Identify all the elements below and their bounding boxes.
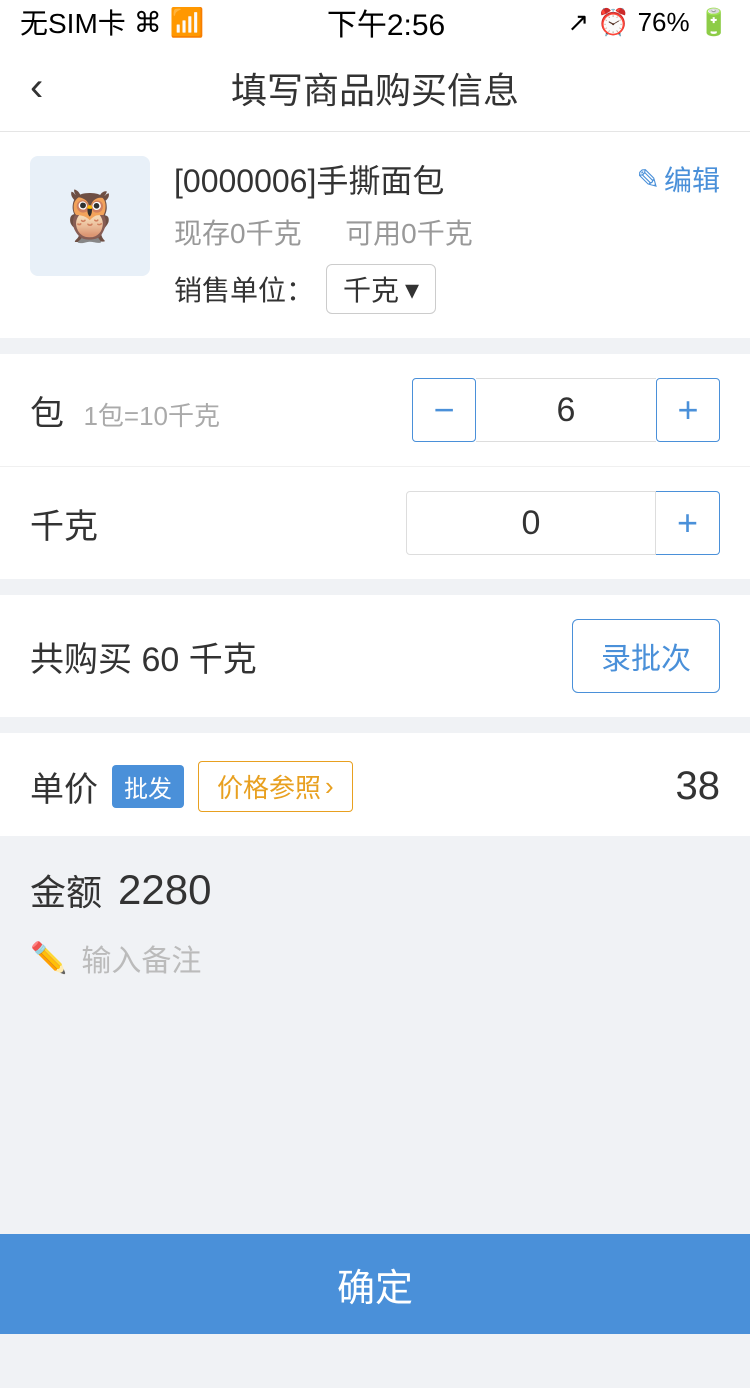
chevron-down-icon: ▾ [405, 273, 419, 306]
price-value: 38 [676, 764, 721, 809]
price-section: 单价 批发 价格参照 › 38 [0, 733, 750, 836]
amount-value: 2280 [118, 866, 211, 914]
wifi-icon: ⌘ [134, 6, 162, 39]
note-row[interactable]: ✏️ 输入备注 [30, 936, 720, 980]
status-carrier: 无SIM卡 ⌘ 📶 [20, 2, 205, 42]
nav-bar: ‹ 填写商品购买信息 [0, 44, 750, 132]
product-info: [0000006]手撕面包 ✎ 编辑 现存0千克 可用0千克 销售单位： 千克 … [174, 156, 720, 314]
summary-amount-value: 60 [141, 641, 179, 679]
input-section: 包 1包=10千克 − + 千克 + [0, 354, 750, 579]
bao-quantity-control: − + [412, 378, 720, 442]
unit-label: 销售单位： [174, 269, 314, 309]
bao-input[interactable] [476, 378, 656, 442]
product-card: 🦉 [0000006]手撕面包 ✎ 编辑 现存0千克 可用0千克 销售单位： 千… [0, 132, 750, 338]
battery-text: 76% [638, 7, 690, 38]
kg-input[interactable] [406, 491, 656, 555]
kg-input-row: 千克 + [0, 467, 750, 579]
product-unit-row: 销售单位： 千克 ▾ [174, 264, 720, 314]
status-right: ↗ ⏰ 76% 🔋 [567, 7, 730, 38]
batch-button[interactable]: 录批次 [572, 619, 720, 693]
price-row: 单价 批发 价格参照 › 38 [30, 761, 720, 812]
price-ref-arrow: › [325, 771, 334, 802]
price-ref-label: 价格参照 [217, 768, 321, 805]
unit-value: 千克 [343, 269, 399, 309]
bao-minus-button[interactable]: − [412, 378, 476, 442]
price-ref-button[interactable]: 价格参照 › [198, 761, 353, 812]
status-bar: 无SIM卡 ⌘ 📶 下午2:56 ↗ ⏰ 76% 🔋 [0, 0, 750, 44]
bao-input-row: 包 1包=10千克 − + [0, 354, 750, 467]
carrier-text: 无SIM卡 [20, 2, 126, 42]
confirm-button[interactable]: 确定 [0, 1234, 750, 1334]
summary-text: 共购买 60 千克 [30, 632, 257, 681]
edit-icon: ✎ [637, 163, 660, 196]
summary-unit-text: 千克 [189, 641, 257, 679]
kg-label: 千克 [30, 499, 406, 548]
edit-label: 编辑 [664, 159, 720, 199]
product-stock: 现存0千克 可用0千克 [174, 212, 720, 252]
product-name: [0000006]手撕面包 [174, 156, 444, 202]
bao-label: 包 1包=10千克 [30, 386, 412, 435]
summary-section: 共购买 60 千克 录批次 [0, 595, 750, 717]
amount-row: 金额 2280 [30, 864, 720, 916]
stock-text: 现存0千克 [174, 218, 302, 249]
status-time: 下午2:56 [327, 0, 445, 44]
unit-dropdown[interactable]: 千克 ▾ [326, 264, 436, 314]
price-badge: 批发 [112, 765, 184, 808]
kg-quantity-control: + [406, 491, 720, 555]
note-placeholder[interactable]: 输入备注 [81, 936, 201, 980]
product-thumbnail: 🦉 [30, 156, 150, 276]
alarm-icon: ⏰ [597, 7, 629, 38]
bao-plus-button[interactable]: + [656, 378, 720, 442]
amount-section: 金额 2280 ✏️ 输入备注 [0, 836, 750, 1008]
battery-icon: 🔋 [698, 7, 730, 38]
page-title: 填写商品购买信息 [231, 62, 519, 114]
kg-plus-button[interactable]: + [656, 491, 720, 555]
location-icon: ↗ [567, 7, 589, 38]
wifi-signal: 📶 [170, 6, 205, 39]
available-text: 可用0千克 [345, 218, 473, 249]
product-name-row: [0000006]手撕面包 ✎ 编辑 [174, 156, 720, 202]
bao-sub: 1包=10千克 [83, 401, 220, 431]
note-icon: ✏️ [30, 941, 67, 976]
amount-label: 金额 [30, 864, 102, 916]
product-thumb-icon: 🦉 [59, 187, 121, 246]
price-label: 单价 [30, 762, 98, 811]
edit-button[interactable]: ✎ 编辑 [637, 159, 720, 199]
back-button[interactable]: ‹ [30, 65, 43, 110]
